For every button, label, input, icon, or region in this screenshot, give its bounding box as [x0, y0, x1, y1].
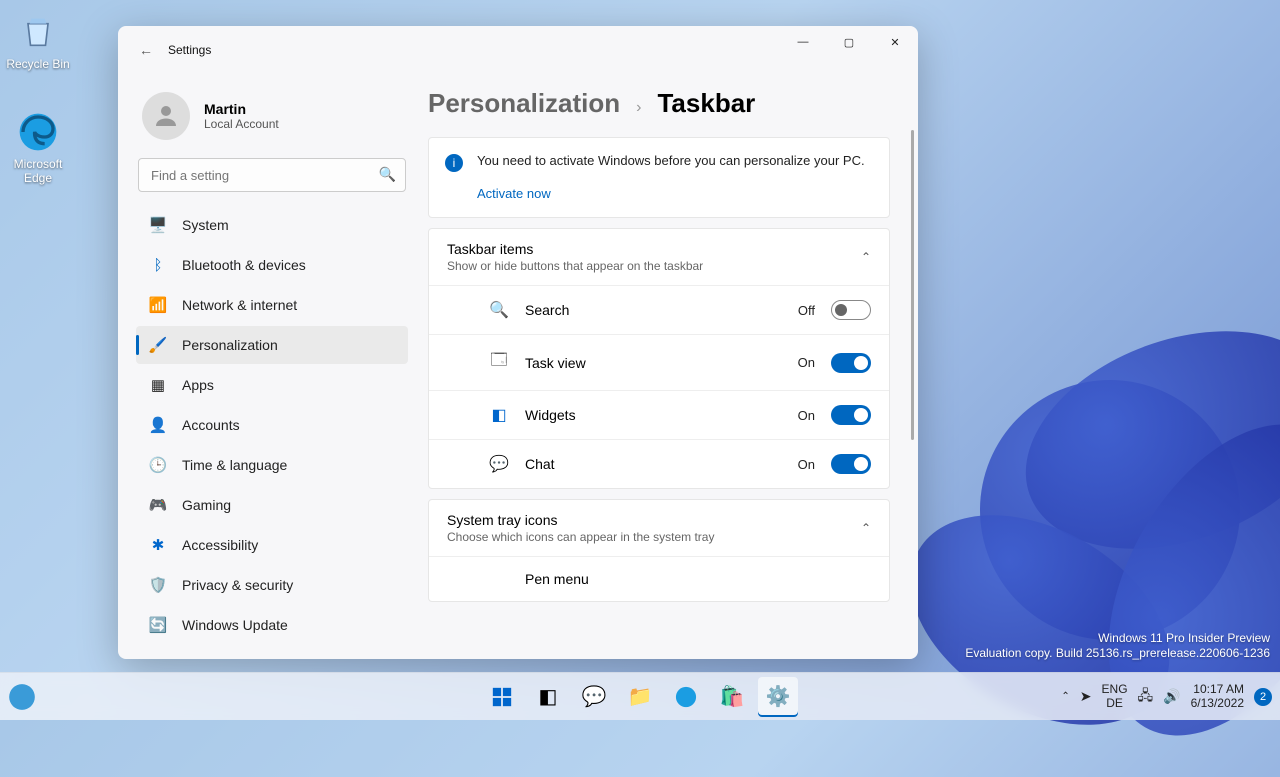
widgets-icon: ◧ — [489, 405, 509, 425]
nav-gaming[interactable]: 🎮Gaming — [136, 486, 408, 524]
minimize-button[interactable]: — — [780, 26, 826, 58]
chat-icon: 💬 — [489, 454, 509, 474]
nav-network[interactable]: 📶Network & internet — [136, 286, 408, 324]
person-icon: 👤 — [148, 415, 168, 435]
row-pen-menu: Pen menu — [429, 556, 889, 601]
nav-accessibility[interactable]: ✱Accessibility — [136, 526, 408, 564]
toggle-taskview[interactable] — [831, 353, 871, 373]
edge-button[interactable] — [666, 677, 706, 717]
profile-sub: Local Account — [204, 117, 279, 131]
system-tray-section: System tray icons Choose which icons can… — [428, 499, 890, 602]
profile-block[interactable]: Martin Local Account — [136, 82, 408, 158]
taskview-icon: 🗔 — [489, 349, 509, 376]
search-icon: 🔍 — [489, 300, 509, 320]
gamepad-icon: 🎮 — [148, 495, 168, 515]
search-field[interactable]: 🔍 — [138, 158, 406, 192]
page-title: Taskbar — [657, 88, 755, 119]
taskbar-center: ◧ 💬 📁 🛍️ ⚙️ — [482, 677, 798, 717]
row-chat: 💬 Chat On — [429, 439, 889, 488]
toggle-chat[interactable] — [831, 454, 871, 474]
accessibility-icon: ✱ — [148, 535, 168, 555]
notification-badge[interactable]: 2 — [1254, 688, 1272, 706]
store-button[interactable]: 🛍️ — [712, 677, 752, 717]
search-input[interactable] — [138, 158, 406, 192]
edge-icon — [16, 110, 60, 154]
bluetooth-icon: ᛒ — [148, 255, 168, 275]
settings-button[interactable]: ⚙️ — [758, 677, 798, 717]
clock[interactable]: 10:17 AM 6/13/2022 — [1191, 683, 1244, 709]
activate-now-link[interactable]: Activate now — [477, 186, 865, 201]
nav-time[interactable]: 🕒Time & language — [136, 446, 408, 484]
breadcrumb: Personalization › Taskbar — [428, 88, 890, 119]
paintbrush-icon: 🖌️ — [148, 335, 168, 355]
taskbar: ◧ 💬 📁 🛍️ ⚙️ ⌃ ➤ ENG DE 🖧 🔊 10:17 AM 6/13… — [0, 672, 1280, 720]
location-icon[interactable]: ➤ — [1080, 688, 1092, 705]
tray-overflow-button[interactable]: ⌃ — [1061, 691, 1069, 702]
back-button[interactable]: ← — [130, 42, 162, 58]
breadcrumb-parent[interactable]: Personalization — [428, 88, 620, 119]
section-title: Taskbar items — [447, 241, 703, 257]
taskbar-items-section: Taskbar items Show or hide buttons that … — [428, 228, 890, 489]
language-switch[interactable]: ENG DE — [1102, 683, 1128, 709]
settings-window: ← Settings — ▢ ✕ Martin Local Account 🔍 — [118, 26, 918, 659]
build-watermark: Windows 11 Pro Insider Preview Evaluatio… — [965, 631, 1270, 662]
clock-icon: 🕒 — [148, 455, 168, 475]
nav-bluetooth[interactable]: ᛒBluetooth & devices — [136, 246, 408, 284]
shield-icon: 🛡️ — [148, 575, 168, 595]
system-tray-header[interactable]: System tray icons Choose which icons can… — [429, 500, 889, 556]
toggle-widgets[interactable] — [831, 405, 871, 425]
section-desc: Show or hide buttons that appear on the … — [447, 259, 703, 273]
sidebar: Martin Local Account 🔍 🖥️System ᛒBluetoo… — [118, 74, 418, 659]
avatar-icon — [142, 92, 190, 140]
nav-system[interactable]: 🖥️System — [136, 206, 408, 244]
display-icon: 🖥️ — [148, 215, 168, 235]
taskbar-left[interactable] — [8, 683, 36, 711]
section-desc: Choose which icons can appear in the sys… — [447, 530, 714, 544]
system-tray: ⌃ ➤ ENG DE 🖧 🔊 10:17 AM 6/13/2022 2 — [1061, 683, 1272, 709]
start-button[interactable] — [482, 677, 522, 717]
window-title: Settings — [168, 43, 211, 57]
chevron-up-icon: ⌃ — [861, 250, 871, 264]
wifi-icon: 📶 — [148, 295, 168, 315]
nav-accounts[interactable]: 👤Accounts — [136, 406, 408, 444]
taskbar-items-header[interactable]: Taskbar items Show or hide buttons that … — [429, 229, 889, 285]
nav-apps[interactable]: ▦Apps — [136, 366, 408, 404]
chat-button[interactable]: 💬 — [574, 677, 614, 717]
row-widgets: ◧ Widgets On — [429, 390, 889, 439]
section-title: System tray icons — [447, 512, 714, 528]
profile-name: Martin — [204, 101, 279, 117]
network-icon[interactable]: 🖧 — [1138, 685, 1154, 709]
taskview-button[interactable]: ◧ — [528, 677, 568, 717]
nav-update[interactable]: 🔄Windows Update — [136, 606, 408, 644]
chevron-right-icon: › — [636, 99, 641, 117]
activation-notice: i You need to activate Windows before yo… — [428, 137, 890, 218]
info-icon: i — [445, 154, 463, 172]
desktop-icon-label: Recycle Bin — [0, 57, 76, 71]
close-button[interactable]: ✕ — [872, 26, 918, 58]
titlebar: ← Settings — ▢ ✕ — [118, 26, 918, 74]
scrollbar[interactable] — [911, 130, 914, 440]
row-search: 🔍 Search Off — [429, 285, 889, 334]
notice-text: You need to activate Windows before you … — [477, 152, 865, 170]
nav-list: 🖥️System ᛒBluetooth & devices 📶Network &… — [136, 206, 408, 646]
row-taskview: 🗔 Task view On — [429, 334, 889, 390]
desktop-icon-edge[interactable]: Microsoft Edge — [0, 110, 76, 185]
main-content: Personalization › Taskbar i You need to … — [418, 74, 918, 659]
toggle-search[interactable] — [831, 300, 871, 320]
maximize-button[interactable]: ▢ — [826, 26, 872, 58]
volume-icon[interactable]: 🔊 — [1163, 688, 1180, 705]
explorer-button[interactable]: 📁 — [620, 677, 660, 717]
chevron-up-icon: ⌃ — [861, 521, 871, 535]
edge-icon — [8, 683, 36, 711]
update-icon: 🔄 — [148, 615, 168, 635]
apps-icon: ▦ — [148, 375, 168, 395]
nav-privacy[interactable]: 🛡️Privacy & security — [136, 566, 408, 604]
desktop-icon-recycle-bin[interactable]: Recycle Bin — [0, 10, 76, 71]
recycle-bin-icon — [16, 10, 60, 54]
desktop-icon-label: Microsoft Edge — [0, 157, 76, 185]
nav-personalization[interactable]: 🖌️Personalization — [136, 326, 408, 364]
search-icon: 🔍 — [379, 166, 396, 183]
